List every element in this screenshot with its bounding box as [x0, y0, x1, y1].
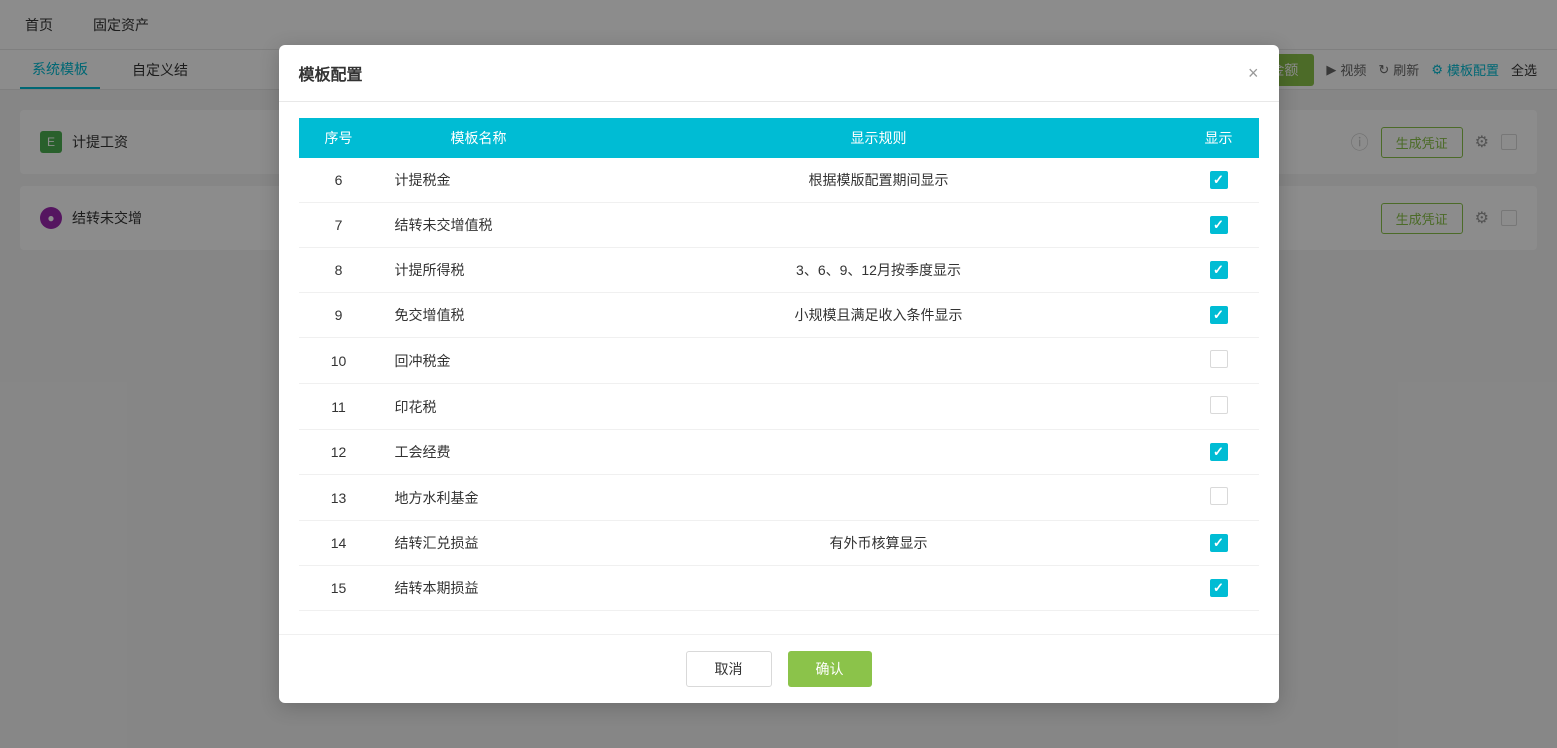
- cell-check-8[interactable]: [1179, 521, 1259, 566]
- cell-check-3[interactable]: [1179, 293, 1259, 338]
- table-row: 11印花税: [299, 384, 1259, 430]
- checkbox-7[interactable]: [1210, 487, 1228, 505]
- cell-name-10: 结转未分配利润: [379, 611, 579, 619]
- cell-rule-2: 3、6、9、12月按季度显示: [579, 248, 1179, 293]
- table-row: 10回冲税金: [299, 338, 1259, 384]
- cell-name-7: 地方水利基金: [379, 475, 579, 521]
- cell-rule-5: [579, 384, 1179, 430]
- table-row: 16结转未分配利润12月份显示: [299, 611, 1259, 619]
- modal-template-config: 模板配置 × 序号 模板名称 显示规则 显示 6计提税金根据模版配置期间显: [279, 45, 1279, 703]
- cell-name-8: 结转汇兑损益: [379, 521, 579, 566]
- cell-name-1: 结转未交增值税: [379, 203, 579, 248]
- modal-overlay: 模板配置 × 序号 模板名称 显示规则 显示 6计提税金根据模版配置期间显: [0, 0, 1557, 748]
- th-display: 显示: [1179, 118, 1259, 158]
- cell-name-0: 计提税金: [379, 158, 579, 203]
- close-icon[interactable]: ×: [1248, 64, 1259, 82]
- cell-check-2[interactable]: [1179, 248, 1259, 293]
- cell-rule-10: 12月份显示: [579, 611, 1179, 619]
- table-scroll-area[interactable]: 序号 模板名称 显示规则 显示 6计提税金根据模版配置期间显示7结转未交增值税8…: [299, 118, 1259, 618]
- table-row: 7结转未交增值税: [299, 203, 1259, 248]
- config-table: 序号 模板名称 显示规则 显示 6计提税金根据模版配置期间显示7结转未交增值税8…: [299, 118, 1259, 618]
- th-seq: 序号: [299, 118, 379, 158]
- cell-rule-6: [579, 430, 1179, 475]
- cell-rule-8: 有外币核算显示: [579, 521, 1179, 566]
- table-row: 9免交增值税小规模且满足收入条件显示: [299, 293, 1259, 338]
- cell-check-6[interactable]: [1179, 430, 1259, 475]
- table-row: 14结转汇兑损益有外币核算显示: [299, 521, 1259, 566]
- checkbox-2[interactable]: [1210, 261, 1228, 279]
- cell-rule-0: 根据模版配置期间显示: [579, 158, 1179, 203]
- modal-header: 模板配置 ×: [279, 45, 1279, 102]
- cancel-button[interactable]: 取消: [686, 651, 772, 687]
- cell-seq-10: 16: [299, 611, 379, 619]
- table-row: 8计提所得税3、6、9、12月按季度显示: [299, 248, 1259, 293]
- checkbox-9[interactable]: [1210, 579, 1228, 597]
- cell-seq-1: 7: [299, 203, 379, 248]
- table-row: 6计提税金根据模版配置期间显示: [299, 158, 1259, 203]
- cell-seq-7: 13: [299, 475, 379, 521]
- cell-name-9: 结转本期损益: [379, 566, 579, 611]
- cell-check-5[interactable]: [1179, 384, 1259, 430]
- cell-name-6: 工会经费: [379, 430, 579, 475]
- cell-seq-6: 12: [299, 430, 379, 475]
- checkbox-0[interactable]: [1210, 171, 1228, 189]
- cell-name-3: 免交增值税: [379, 293, 579, 338]
- checkbox-6[interactable]: [1210, 443, 1228, 461]
- cell-check-4[interactable]: [1179, 338, 1259, 384]
- cell-name-5: 印花税: [379, 384, 579, 430]
- cell-seq-2: 8: [299, 248, 379, 293]
- cell-seq-3: 9: [299, 293, 379, 338]
- cell-name-4: 回冲税金: [379, 338, 579, 384]
- checkbox-4[interactable]: [1210, 350, 1228, 368]
- cell-seq-0: 6: [299, 158, 379, 203]
- cell-seq-5: 11: [299, 384, 379, 430]
- th-name: 模板名称: [379, 118, 579, 158]
- cell-check-1[interactable]: [1179, 203, 1259, 248]
- cell-rule-9: [579, 566, 1179, 611]
- checkbox-1[interactable]: [1210, 216, 1228, 234]
- checkbox-5[interactable]: [1210, 396, 1228, 414]
- cell-check-9[interactable]: [1179, 566, 1259, 611]
- modal-footer: 取消 确认: [279, 634, 1279, 703]
- th-rule: 显示规则: [579, 118, 1179, 158]
- cell-seq-8: 14: [299, 521, 379, 566]
- cell-rule-3: 小规模且满足收入条件显示: [579, 293, 1179, 338]
- cell-seq-4: 10: [299, 338, 379, 384]
- cell-rule-1: [579, 203, 1179, 248]
- checkbox-8[interactable]: [1210, 534, 1228, 552]
- cell-check-10[interactable]: [1179, 611, 1259, 619]
- cell-check-0[interactable]: [1179, 158, 1259, 203]
- cell-name-2: 计提所得税: [379, 248, 579, 293]
- modal-title: 模板配置: [299, 61, 363, 85]
- cell-rule-7: [579, 475, 1179, 521]
- modal-body: 序号 模板名称 显示规则 显示 6计提税金根据模版配置期间显示7结转未交增值税8…: [279, 102, 1279, 634]
- table-row: 13地方水利基金: [299, 475, 1259, 521]
- table-body: 6计提税金根据模版配置期间显示7结转未交增值税8计提所得税3、6、9、12月按季…: [299, 158, 1259, 618]
- table-row: 15结转本期损益: [299, 566, 1259, 611]
- table-row: 12工会经费: [299, 430, 1259, 475]
- cell-rule-4: [579, 338, 1179, 384]
- confirm-button[interactable]: 确认: [788, 651, 872, 687]
- cell-check-7[interactable]: [1179, 475, 1259, 521]
- table-head: 序号 模板名称 显示规则 显示: [299, 118, 1259, 158]
- cell-seq-9: 15: [299, 566, 379, 611]
- checkbox-3[interactable]: [1210, 306, 1228, 324]
